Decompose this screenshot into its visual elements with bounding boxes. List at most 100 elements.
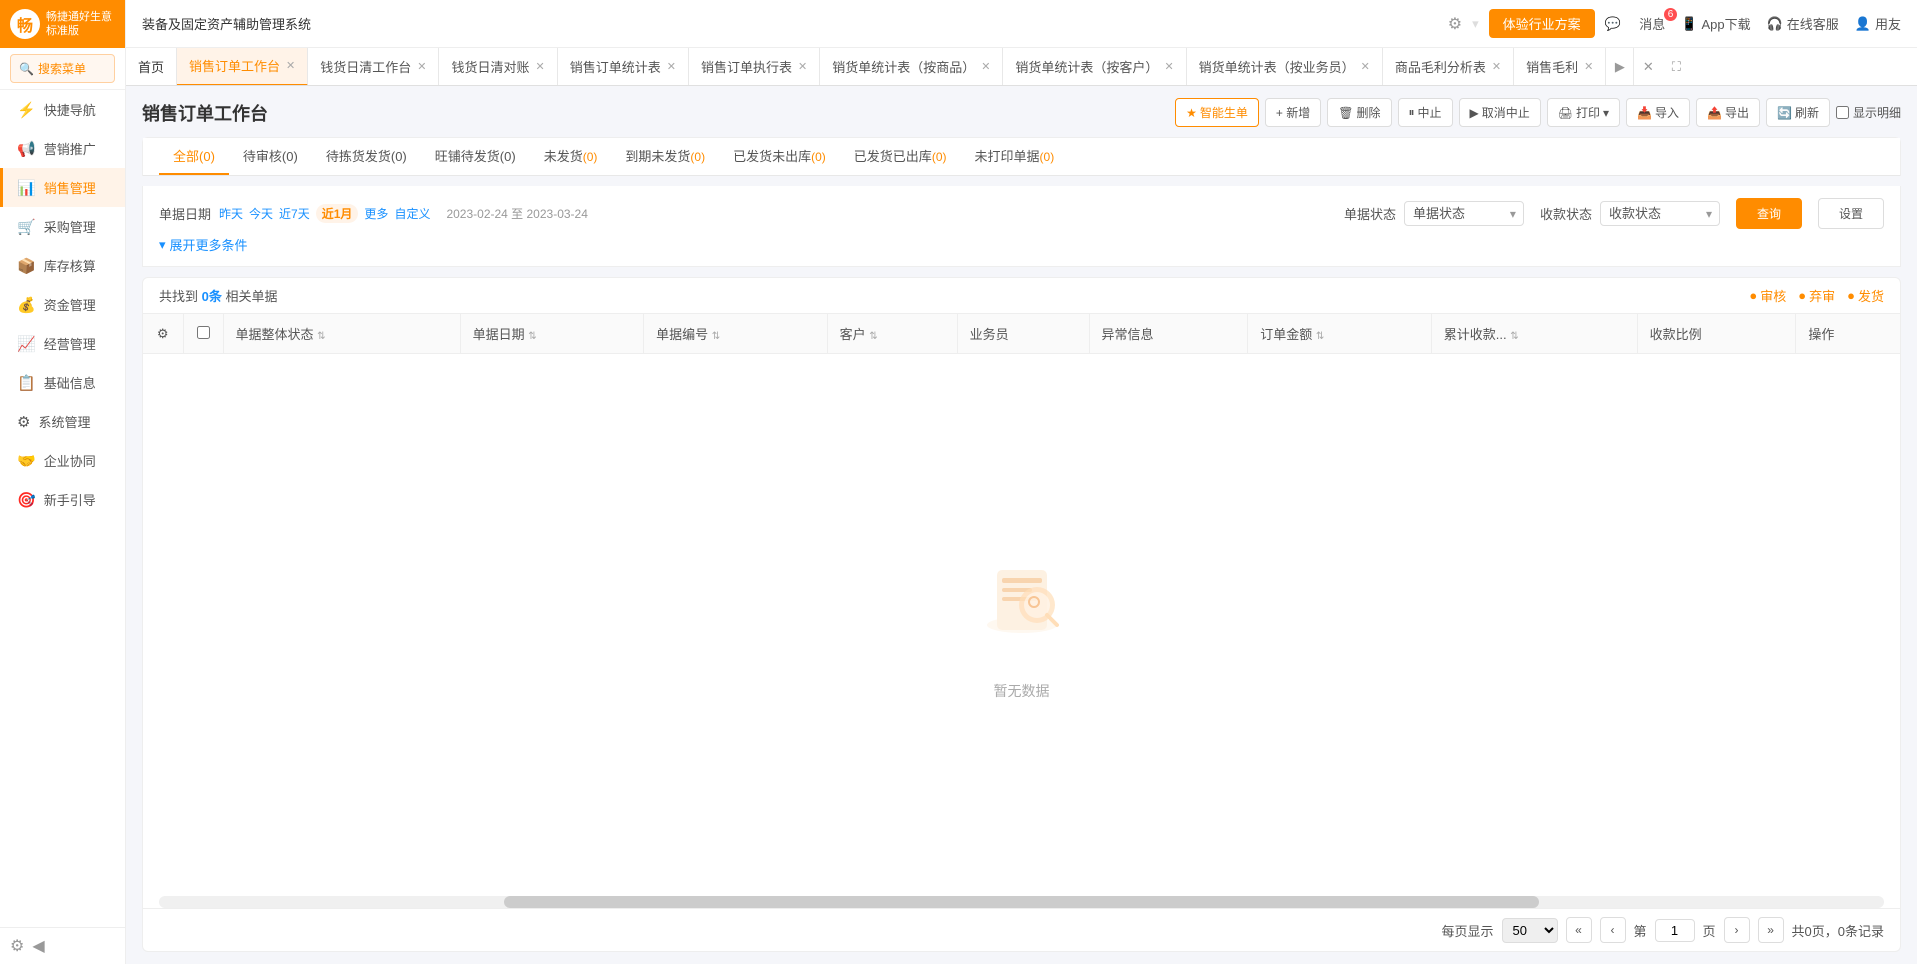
approve-button[interactable]: ● 审核 [1749, 286, 1786, 305]
show-detail-checkbox[interactable]: 显示明细 [1836, 104, 1901, 121]
tab-close-sales-by-customer[interactable]: ✕ [1164, 60, 1173, 73]
system-icon: ⚙ [17, 413, 30, 431]
refresh-button[interactable]: 🔄 刷新 [1766, 98, 1830, 127]
tab-scroll-right-button[interactable]: ▶ [1606, 48, 1634, 86]
app-download-button[interactable]: 📱 App下载 [1681, 14, 1750, 33]
print-button[interactable]: 🖨 打印 ▾ [1547, 98, 1620, 127]
tab-sales-by-product[interactable]: 销货单统计表（按商品） ✕ [820, 48, 1003, 86]
sidebar-item-basic-info[interactable]: 📋 基础信息 [0, 363, 125, 402]
payment-select[interactable]: 收款状态 [1600, 201, 1720, 226]
settings-icon[interactable]: ⚙ [1448, 14, 1462, 34]
cancel-pause-button[interactable]: ▶ 取消中止 [1459, 98, 1541, 127]
sidebar-item-operation[interactable]: 📈 经营管理 [0, 324, 125, 363]
th-customer[interactable]: 客户 ⇅ [827, 314, 957, 354]
user-menu-button[interactable]: 👤 用友 [1855, 14, 1901, 33]
th-number[interactable]: 单据编号 ⇅ [644, 314, 828, 354]
sub-tab-shipped-not-out[interactable]: 已发货未出库(0) [719, 138, 840, 175]
sidebar-item-sales[interactable]: 📊 销售管理 [0, 168, 125, 207]
sort-icon-number: ⇅ [712, 331, 720, 342]
export-button[interactable]: 📤 导出 [1696, 98, 1760, 127]
sub-tab-unshipped[interactable]: 未发货(0) [530, 138, 612, 175]
tab-gross-profit[interactable]: 商品毛利分析表 ✕ [1383, 48, 1514, 86]
status-select[interactable]: 单据状态 [1404, 201, 1524, 226]
collapse-sidebar-button[interactable]: ◀ [32, 936, 44, 956]
sub-tab-not-printed[interactable]: 未打印单据(0) [961, 138, 1069, 175]
sidebar-item-quick-nav[interactable]: ⚡ 快捷导航 [0, 90, 125, 129]
tab-close-daily-clear[interactable]: ✕ [417, 60, 426, 73]
sidebar-item-marketing[interactable]: 📢 营销推广 [0, 129, 125, 168]
prev-page-button[interactable]: ‹ [1600, 917, 1626, 943]
tab-close-all-button[interactable]: ✕ [1634, 48, 1662, 86]
th-amount[interactable]: 订单金额 ⇅ [1248, 314, 1432, 354]
page-number-input[interactable] [1655, 919, 1695, 942]
star-icon: ★ [1186, 106, 1197, 120]
tab-order-exec[interactable]: 销售订单执行表 ✕ [689, 48, 820, 86]
last-page-button[interactable]: » [1758, 917, 1784, 943]
sidebar-item-system[interactable]: ⚙ 系统管理 [0, 402, 125, 441]
tab-close-reconcile[interactable]: ✕ [536, 60, 545, 73]
sidebar-item-finance[interactable]: 💰 资金管理 [0, 285, 125, 324]
pause-button[interactable]: ⏸ 中止 [1398, 98, 1453, 127]
tab-close-order-exec[interactable]: ✕ [798, 60, 807, 73]
expand-filter-button[interactable]: ▾ 展开更多条件 [159, 235, 1884, 254]
th-status[interactable]: 单据整体状态 ⇅ [223, 314, 460, 354]
tab-sales-by-customer[interactable]: 销货单统计表（按客户） ✕ [1003, 48, 1186, 86]
sidebar-item-guide[interactable]: 🎯 新手引导 [0, 480, 125, 519]
import-button[interactable]: 📥 导入 [1626, 98, 1690, 127]
th-settings[interactable]: ⚙ [143, 314, 183, 354]
setting-button[interactable]: 设置 [1818, 198, 1884, 229]
tab-home[interactable]: 首页 [126, 48, 177, 86]
show-detail-input[interactable] [1836, 106, 1849, 119]
industry-solution-button[interactable]: 体验行业方案 [1489, 9, 1595, 38]
tab-order-stats[interactable]: 销售订单统计表 ✕ [558, 48, 689, 86]
tab-maximize-button[interactable]: ⛶ [1662, 48, 1690, 86]
sub-tab-shipped-out[interactable]: 已发货已出库(0) [840, 138, 961, 175]
select-all-checkbox[interactable] [197, 326, 210, 339]
scrollbar-thumb[interactable] [504, 896, 1539, 908]
search-menu-button[interactable]: 🔍 搜索菜单 [10, 54, 115, 83]
shortcut-7days[interactable]: 近7天 [279, 205, 310, 222]
print-icon: 🖨 [1558, 106, 1573, 120]
query-button[interactable]: 查询 [1736, 198, 1802, 229]
shortcut-custom[interactable]: 自定义 [394, 205, 430, 222]
sub-tab-wangpu[interactable]: 旺铺待发货(0) [421, 138, 530, 175]
sub-tab-all[interactable]: 全部(0) [159, 138, 229, 175]
sidebar-item-purchase[interactable]: 🛒 采购管理 [0, 207, 125, 246]
message-button[interactable]: 💬 6 消息 [1605, 14, 1666, 33]
shortcut-1month[interactable]: 近1月 [316, 204, 359, 223]
tab-close-sales-order[interactable]: ✕ [286, 59, 295, 72]
tab-close-order-stats[interactable]: ✕ [667, 60, 676, 73]
tab-close-gross-profit[interactable]: ✕ [1492, 60, 1501, 73]
tab-close-sales-by-staff[interactable]: ✕ [1361, 60, 1370, 73]
th-date[interactable]: 单据日期 ⇅ [460, 314, 644, 354]
tab-sales-by-staff[interactable]: 销货单统计表（按业务员） ✕ [1187, 48, 1383, 86]
online-service-button[interactable]: 🎧 在线客服 [1767, 14, 1839, 33]
tab-sales-margin[interactable]: 销售毛利 ✕ [1514, 48, 1606, 86]
th-accumulated[interactable]: 累计收款... ⇅ [1431, 314, 1637, 354]
sub-tab-pending-pick[interactable]: 待拣货发货(0) [312, 138, 421, 175]
add-button[interactable]: + 新增 [1265, 98, 1321, 127]
sub-tab-overdue[interactable]: 到期未发货(0) [611, 138, 719, 175]
tab-close-sales-margin[interactable]: ✕ [1584, 60, 1593, 73]
horizontal-scrollbar[interactable] [159, 896, 1884, 908]
delete-button[interactable]: 🗑 删除 [1327, 98, 1391, 127]
sidebar-item-enterprise[interactable]: 🤝 企业协同 [0, 441, 125, 480]
shortcut-more[interactable]: 更多 [364, 205, 388, 222]
first-page-button[interactable]: « [1566, 917, 1592, 943]
tab-sales-order[interactable]: 销售订单工作台 ✕ [177, 48, 308, 86]
sort-icon-amount: ⇅ [1316, 331, 1324, 342]
sidebar-item-inventory[interactable]: 📦 库存核算 [0, 246, 125, 285]
sub-tab-pending-review[interactable]: 待审核(0) [229, 138, 312, 175]
next-page-button[interactable]: › [1724, 917, 1750, 943]
tab-reconcile[interactable]: 钱货日清对账 ✕ [439, 48, 557, 86]
page-size-select[interactable]: 50 10 20 100 [1502, 918, 1558, 943]
tab-close-sales-by-product[interactable]: ✕ [981, 60, 990, 73]
ship-button[interactable]: ● 发货 [1847, 286, 1884, 305]
settings-bottom-button[interactable]: ⚙ [10, 936, 24, 956]
smart-create-button[interactable]: ★ 智能生单 [1175, 98, 1259, 127]
shortcut-today[interactable]: 今天 [249, 205, 273, 222]
tab-daily-clear[interactable]: 钱货日清工作台 ✕ [308, 48, 439, 86]
shortcut-yesterday[interactable]: 昨天 [219, 205, 243, 222]
th-checkbox[interactable] [183, 314, 223, 354]
unapprove-button[interactable]: ● 弃审 [1798, 286, 1835, 305]
